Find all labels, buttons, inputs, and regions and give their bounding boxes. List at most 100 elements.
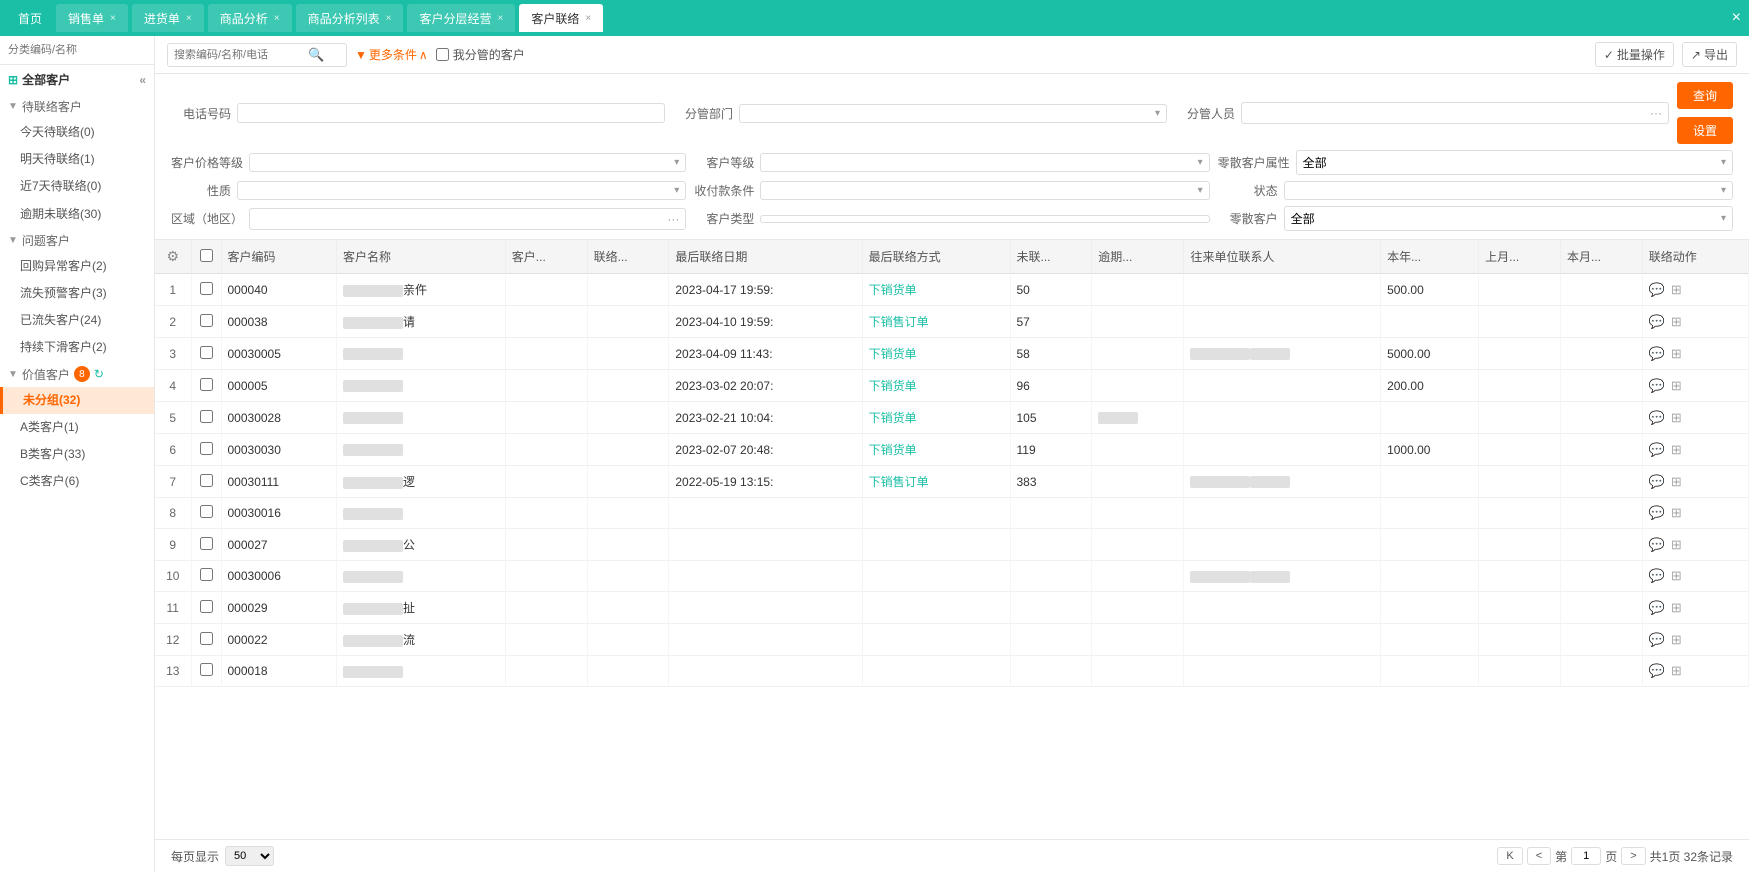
sidebar-group-pending[interactable]: ▼ 待联络客户: [0, 94, 154, 119]
cell-checkbox[interactable]: [191, 466, 221, 498]
batch-operation-button[interactable]: ✓ 批量操作: [1595, 42, 1674, 67]
more-conditions[interactable]: ▼ 更多条件 ∧: [355, 46, 428, 63]
sidebar-item-declining[interactable]: 持续下滑客户(2): [0, 334, 154, 361]
grid-action-icon[interactable]: ⊞: [1671, 568, 1682, 584]
grid-action-icon[interactable]: ⊞: [1671, 314, 1682, 330]
price-level-select[interactable]: ▾: [249, 153, 686, 172]
chat-icon[interactable]: 💬: [1649, 410, 1665, 426]
sidebar-item-ungroup[interactable]: 未分组(32): [0, 387, 154, 414]
all-customers-header[interactable]: ⊞ 全部客户 «: [0, 65, 154, 94]
cell-checkbox[interactable]: [191, 402, 221, 434]
row-checkbox[interactable]: [200, 378, 213, 391]
sidebar-item-class-b[interactable]: B类客户(33): [0, 441, 154, 468]
close-tab-customer-contact[interactable]: ×: [585, 13, 591, 24]
close-tab-product-analysis[interactable]: ×: [274, 13, 280, 24]
sidebar-group-value[interactable]: ▼ 价值客户 8 ↻: [0, 362, 154, 387]
last-method-link[interactable]: 下销货单: [869, 443, 917, 457]
cell-checkbox[interactable]: [191, 434, 221, 466]
tab-sales[interactable]: 销售单 ×: [56, 4, 128, 32]
sidebar-item-class-a[interactable]: A类客户(1): [0, 414, 154, 441]
row-checkbox[interactable]: [200, 474, 213, 487]
close-tab-product-analysis-list[interactable]: ×: [386, 13, 392, 24]
my-customer-checkbox[interactable]: [436, 48, 449, 61]
tab-customer-tier[interactable]: 客户分层经营 ×: [407, 4, 515, 32]
export-button[interactable]: ↗ 导出: [1682, 42, 1737, 67]
retail-attr-select[interactable]: 全部 ▾: [1296, 150, 1733, 175]
th-checkbox[interactable]: [191, 240, 221, 274]
grid-action-icon[interactable]: ⊞: [1671, 410, 1682, 426]
phone-input[interactable]: [237, 103, 665, 123]
row-checkbox[interactable]: [200, 663, 213, 676]
status-select[interactable]: ▾: [1284, 181, 1733, 200]
close-tab-purchase[interactable]: ×: [186, 13, 192, 24]
th-settings[interactable]: ⚙: [155, 240, 191, 274]
chat-icon[interactable]: 💬: [1649, 314, 1665, 330]
cell-checkbox[interactable]: [191, 498, 221, 529]
row-checkbox[interactable]: [200, 410, 213, 423]
chat-icon[interactable]: 💬: [1649, 632, 1665, 648]
chat-icon[interactable]: 💬: [1649, 600, 1665, 616]
refresh-icon[interactable]: ↻: [94, 367, 104, 381]
last-method-link[interactable]: 下销货单: [869, 283, 917, 297]
main-search-input[interactable]: [174, 49, 304, 61]
row-checkbox[interactable]: [200, 632, 213, 645]
grid-action-icon[interactable]: ⊞: [1671, 663, 1682, 679]
sidebar-item-tomorrow[interactable]: 明天待联络(1): [0, 146, 154, 173]
last-method-link[interactable]: 下销货单: [869, 347, 917, 361]
sidebar-item-overdue[interactable]: 逾期未联络(30): [0, 201, 154, 228]
chat-icon[interactable]: 💬: [1649, 474, 1665, 490]
tab-customer-contact[interactable]: 客户联络 ×: [519, 4, 603, 32]
row-checkbox[interactable]: [200, 600, 213, 613]
chat-icon[interactable]: 💬: [1649, 442, 1665, 458]
tab-product-analysis-list[interactable]: 商品分析列表 ×: [296, 4, 404, 32]
row-checkbox[interactable]: [200, 568, 213, 581]
next-page-button[interactable]: >: [1621, 847, 1645, 865]
tab-purchase[interactable]: 进货单 ×: [132, 4, 204, 32]
sidebar-item-repurchase-abnormal[interactable]: 回购异常客户(2): [0, 253, 154, 280]
chat-icon[interactable]: 💬: [1649, 282, 1665, 298]
payment-select[interactable]: ▾: [760, 181, 1209, 200]
department-select[interactable]: ▾: [739, 104, 1167, 123]
cell-checkbox[interactable]: [191, 274, 221, 306]
main-search-icon[interactable]: 🔍: [308, 47, 324, 63]
last-method-link[interactable]: 下销售订单: [869, 315, 929, 329]
cell-checkbox[interactable]: [191, 370, 221, 402]
first-page-button[interactable]: K: [1497, 847, 1522, 865]
cell-checkbox[interactable]: [191, 592, 221, 624]
grid-action-icon[interactable]: ⊞: [1671, 600, 1682, 616]
row-checkbox[interactable]: [200, 442, 213, 455]
close-tab-customer-tier[interactable]: ×: [497, 13, 503, 24]
chat-icon[interactable]: 💬: [1649, 346, 1665, 362]
settings-icon[interactable]: ⚙: [166, 248, 179, 264]
grid-action-icon[interactable]: ⊞: [1671, 505, 1682, 521]
dotdot-icon[interactable]: ···: [1650, 106, 1662, 120]
sidebar-search-input[interactable]: [8, 44, 150, 56]
sidebar-item-lost[interactable]: 已流失客户(24): [0, 307, 154, 334]
home-tab[interactable]: 首页: [8, 10, 52, 27]
sidebar-item-7days[interactable]: 近7天待联络(0): [0, 173, 154, 200]
close-all-button[interactable]: ×: [1732, 9, 1741, 27]
reset-button[interactable]: 设置: [1677, 117, 1733, 144]
select-all-checkbox[interactable]: [200, 249, 213, 262]
cell-checkbox[interactable]: [191, 656, 221, 687]
grid-action-icon[interactable]: ⊞: [1671, 378, 1682, 394]
page-size-select[interactable]: 50 100 200: [225, 846, 274, 866]
grid-action-icon[interactable]: ⊞: [1671, 346, 1682, 362]
chat-icon[interactable]: 💬: [1649, 537, 1665, 553]
chat-icon[interactable]: 💬: [1649, 663, 1665, 679]
region-select[interactable]: ···: [249, 208, 686, 230]
grid-action-icon[interactable]: ⊞: [1671, 282, 1682, 298]
grid-action-icon[interactable]: ⊞: [1671, 537, 1682, 553]
my-customer-checkbox-label[interactable]: 我分管的客户: [436, 46, 525, 63]
last-method-link[interactable]: 下销货单: [869, 379, 917, 393]
customer-type-select[interactable]: [760, 215, 1209, 223]
row-checkbox[interactable]: [200, 537, 213, 550]
gender-select[interactable]: ▾: [237, 181, 686, 200]
sidebar-item-class-c[interactable]: C类客户(6): [0, 468, 154, 495]
retail-customer-select[interactable]: 全部 ▾: [1284, 206, 1733, 231]
sidebar-group-problem[interactable]: ▼ 问题客户: [0, 228, 154, 253]
manager-select[interactable]: ···: [1241, 102, 1669, 124]
cell-checkbox[interactable]: [191, 306, 221, 338]
last-method-link[interactable]: 下销货单: [869, 411, 917, 425]
customer-level-select[interactable]: ▾: [760, 153, 1209, 172]
